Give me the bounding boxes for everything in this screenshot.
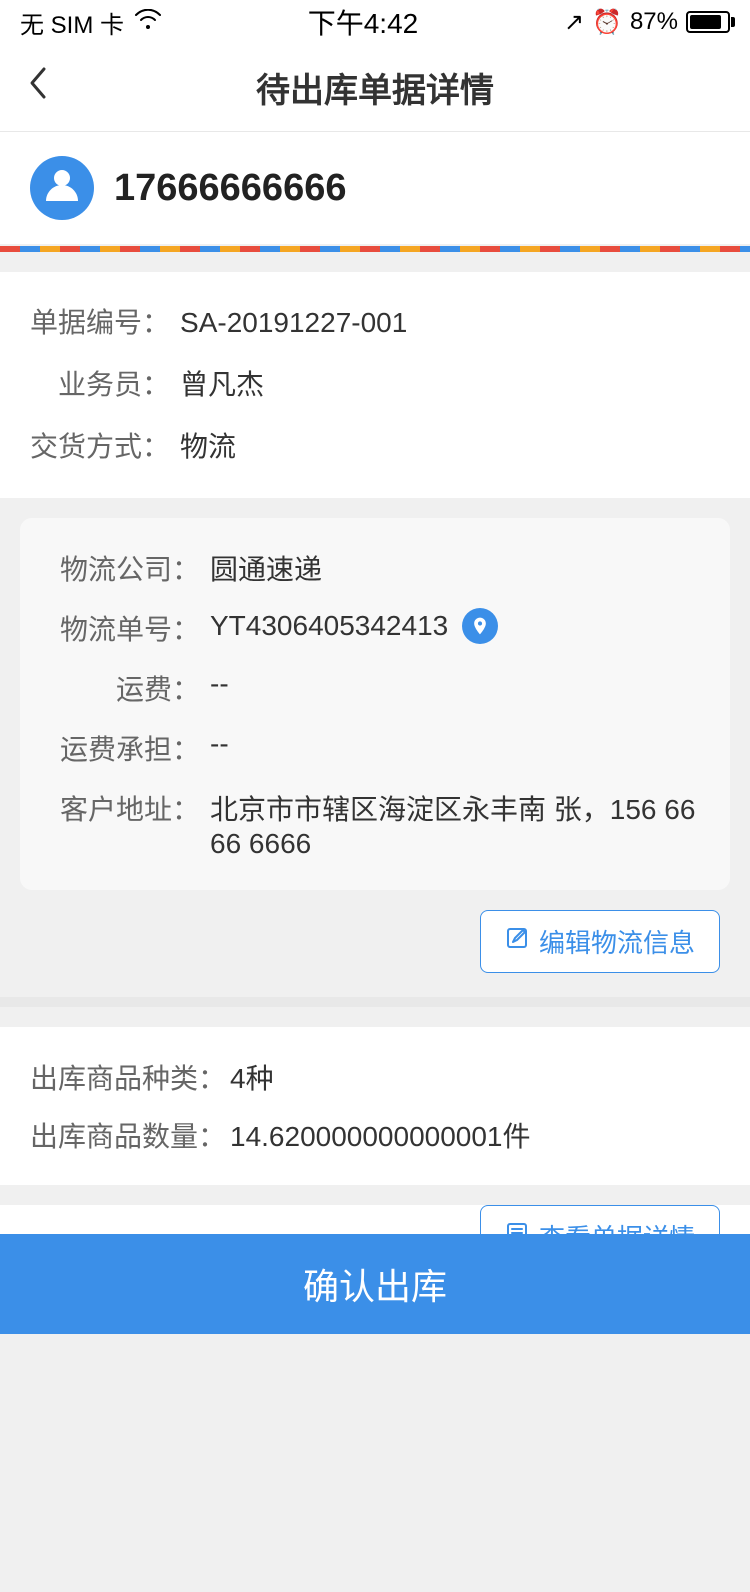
order-no-label: 单据编号：	[30, 302, 170, 344]
order-info-section: 单据编号： SA-20191227-001 业务员： 曾凡杰 交货方式： 物流	[0, 272, 750, 498]
customer-section: 17666666666	[0, 132, 750, 244]
tracking-number: YT4306405342413	[210, 610, 448, 642]
status-bar-left: 无 SIM 卡	[20, 5, 162, 40]
delivery-row: 交货方式： 物流	[30, 426, 720, 468]
goods-quantity-row: 出库商品数量： 14.620000000000001件	[30, 1115, 720, 1155]
goods-types-row: 出库商品种类： 4种	[30, 1057, 720, 1097]
logistics-tracking-row: 物流单号： YT4306405342413	[50, 608, 700, 648]
back-button[interactable]	[24, 61, 52, 114]
edit-logistics-row: 编辑物流信息	[0, 910, 750, 997]
status-bar-right: ↗ ⏰ 87%	[564, 8, 730, 37]
page-title: 待出库单据详情	[256, 63, 494, 112]
edit-logistics-button[interactable]: 编辑物流信息	[480, 910, 720, 973]
logistics-address-label: 客户地址：	[50, 788, 200, 828]
salesman-label: 业务员：	[30, 364, 170, 406]
dashed-divider	[0, 246, 750, 252]
carrier-text: 无 SIM 卡	[20, 5, 124, 40]
tracking-location-icon[interactable]	[462, 608, 498, 644]
edit-logistics-label: 编辑物流信息	[539, 923, 695, 960]
status-bar: 无 SIM 卡 下午4:42 ↗ ⏰ 87%	[0, 0, 750, 44]
avatar	[30, 156, 94, 220]
goods-types-label: 出库商品种类：	[30, 1057, 230, 1097]
logistics-address-row: 客户地址： 北京市市辖区海淀区永丰南 张，156 6666 6666	[50, 788, 700, 860]
logistics-bearer-value: --	[210, 728, 700, 760]
logistics-address-value: 北京市市辖区海淀区永丰南 张，156 6666 6666	[210, 788, 700, 860]
order-no-value: SA-20191227-001	[180, 302, 720, 344]
alarm-icon: ⏰	[592, 8, 622, 37]
section-divider	[0, 997, 750, 1007]
logistics-company-value: 圆通速递	[210, 548, 700, 588]
logistics-bearer-label: 运费承担：	[50, 728, 200, 768]
nav-bar: 待出库单据详情	[0, 44, 750, 132]
confirm-button[interactable]: 确认出库	[0, 1234, 750, 1334]
logistics-tracking-label: 物流单号：	[50, 608, 200, 648]
logistics-freight-value: --	[210, 668, 700, 700]
battery-icon	[686, 11, 730, 33]
location-service-icon: ↗	[564, 8, 584, 37]
logistics-company-row: 物流公司： 圆通速递	[50, 548, 700, 588]
logistics-bearer-row: 运费承担： --	[50, 728, 700, 768]
order-no-row: 单据编号： SA-20191227-001	[30, 302, 720, 344]
goods-types-value: 4种	[230, 1057, 274, 1097]
logistics-tracking-value: YT4306405342413	[210, 608, 700, 644]
salesman-row: 业务员： 曾凡杰	[30, 364, 720, 406]
logistics-freight-row: 运费： --	[50, 668, 700, 708]
logistics-freight-label: 运费：	[50, 668, 200, 708]
salesman-value: 曾凡杰	[180, 364, 720, 406]
customer-phone: 17666666666	[114, 167, 346, 210]
wifi-icon	[134, 8, 162, 36]
status-bar-time: 下午4:42	[308, 2, 419, 42]
battery-text: 87%	[630, 8, 678, 36]
goods-quantity-label: 出库商品数量：	[30, 1115, 230, 1155]
avatar-icon	[42, 163, 82, 213]
goods-quantity-value: 14.620000000000001件	[230, 1115, 531, 1155]
delivery-value: 物流	[180, 426, 720, 468]
logistics-card: 物流公司： 圆通速递 物流单号： YT4306405342413 运费： -- …	[20, 518, 730, 890]
edit-icon	[505, 926, 529, 957]
delivery-label: 交货方式：	[30, 426, 170, 468]
logistics-company-label: 物流公司：	[50, 548, 200, 588]
confirm-label: 确认出库	[303, 1258, 447, 1310]
goods-section: 出库商品种类： 4种 出库商品数量： 14.620000000000001件	[0, 1027, 750, 1185]
